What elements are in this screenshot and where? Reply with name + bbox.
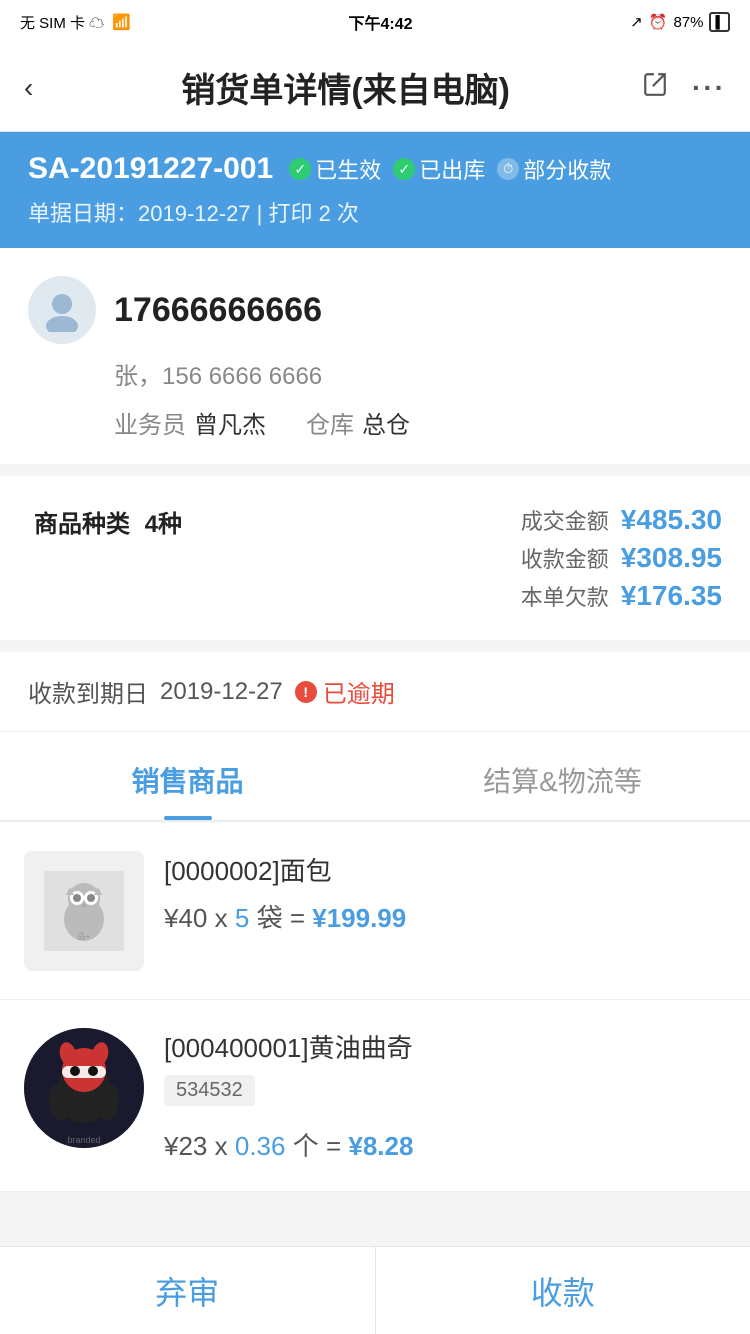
customer-row: 17666666666: [28, 276, 722, 344]
nav-bar: ‹ 销货单详情(来自电脑) ···: [0, 44, 750, 132]
customer-meta: 业务员 曾凡杰 仓库 总仓: [28, 405, 722, 440]
owed-label: 本单欠款: [521, 580, 609, 612]
battery-level: 87%: [673, 14, 703, 31]
payment-due-date: 2019-12-27: [160, 678, 283, 706]
status-right: ↗ ⏰ 87% ▌: [630, 12, 730, 32]
page-title: 销货单详情(来自电脑): [49, 63, 642, 112]
customer-avatar: [28, 276, 96, 344]
tab-settlement[interactable]: 结算&物流等: [375, 732, 750, 820]
status-left: 无 SIM 卡 ☁ 📶: [20, 12, 131, 33]
product-qty-2: 0.36: [235, 1131, 286, 1161]
clock-icon: ⏱: [497, 158, 519, 180]
product-sku-tag: 534532: [164, 1075, 255, 1106]
summary-section: 商品种类 4种 成交金额 ¥485.30 收款金额 ¥308.95 本单欠款 ¥…: [0, 476, 750, 640]
svg-text:branded: branded: [67, 1135, 100, 1145]
badge-partial: ⏱ 部分收款: [497, 153, 611, 185]
badge-effective: ✓ 已生效: [289, 153, 381, 185]
warehouse-value: 总仓: [362, 405, 410, 440]
payment-due-label: 收款到期日: [28, 674, 148, 709]
product-item-2: branded [000400001]黄油曲奇 534532 ¥23 x 0.3…: [0, 1000, 750, 1192]
location-icon: ↗: [630, 13, 643, 31]
product-info-2: [000400001]黄油曲奇 534532 ¥23 x 0.36 个 = ¥8…: [164, 1028, 726, 1163]
status-time: 下午4:42: [349, 10, 413, 34]
warehouse-label: 仓库: [306, 405, 354, 440]
more-icon[interactable]: ···: [692, 72, 726, 104]
order-banner: SA-20191227-001 ✓ 已生效 ✓ 已出库 ⏱ 部分收款 单据日期：…: [0, 132, 750, 248]
svg-text:品+: 品+: [78, 932, 91, 941]
salesperson-value: 曾凡杰: [194, 405, 266, 440]
product-thumb-1: 品+: [24, 851, 144, 971]
product-price-1: ¥40 x 5 袋 = ¥199.99: [164, 898, 726, 935]
check-icon-2: ✓: [393, 158, 415, 180]
amount-value: ¥485.30: [621, 504, 722, 536]
alarm-icon: ⏰: [649, 13, 668, 31]
customer-sub: 张，156 6666 6666: [28, 356, 722, 391]
overdue-badge: ! 已逾期: [295, 674, 395, 709]
product-info-1: [0000002]面包 ¥40 x 5 袋 = ¥199.99: [164, 851, 726, 935]
order-banner-top: SA-20191227-001 ✓ 已生效 ✓ 已出库 ⏱ 部分收款: [28, 152, 722, 186]
product-total-1: ¥199.99: [312, 903, 406, 933]
salesperson-label: 业务员: [114, 405, 186, 440]
order-badges: ✓ 已生效 ✓ 已出库 ⏱ 部分收款: [289, 153, 611, 185]
tabs-container: 销售商品 结算&物流等: [0, 732, 750, 821]
owed-row: 本单欠款 ¥176.35: [521, 580, 722, 612]
overdue-icon: !: [295, 681, 317, 703]
customer-name: 17666666666: [114, 291, 322, 330]
summary-left: 商品种类 4种: [28, 504, 182, 543]
product-circular-thumb: branded: [24, 1028, 144, 1148]
back-button[interactable]: ‹: [24, 72, 33, 104]
product-total-2: ¥8.28: [348, 1131, 413, 1161]
battery-icon: ▌: [709, 12, 730, 32]
customer-section: 17666666666 张，156 6666 6666 业务员 曾凡杰 仓库 总…: [0, 248, 750, 464]
bottom-actions: 弃审 收款: [0, 1246, 750, 1334]
check-icon-1: ✓: [289, 158, 311, 180]
order-date: 单据日期：2019-12-27 | 打印 2 次: [28, 196, 722, 228]
order-id: SA-20191227-001: [28, 152, 273, 186]
share-icon[interactable]: [642, 71, 668, 104]
amount-row: 成交金额 ¥485.30: [521, 504, 722, 536]
received-value: ¥308.95: [621, 542, 722, 574]
products-section: 品+ [0000002]面包 ¥40 x 5 袋 = ¥199.99: [0, 823, 750, 1192]
product-types-item: 商品种类 4种: [28, 504, 182, 539]
badge-shipped: ✓ 已出库: [393, 153, 485, 185]
received-label: 收款金额: [521, 542, 609, 574]
received-row: 收款金额 ¥308.95: [521, 542, 722, 574]
nav-actions: ···: [642, 71, 726, 104]
collect-button[interactable]: 收款: [376, 1247, 750, 1334]
product-name-1: [0000002]面包: [164, 851, 726, 888]
salesperson-meta: 业务员 曾凡杰: [114, 405, 266, 440]
summary-right: 成交金额 ¥485.30 收款金额 ¥308.95 本单欠款 ¥176.35: [521, 504, 722, 612]
warehouse-meta: 仓库 总仓: [306, 405, 410, 440]
product-item-1: 品+ [0000002]面包 ¥40 x 5 袋 = ¥199.99: [0, 823, 750, 1000]
overdue-text: 已逾期: [323, 674, 395, 709]
product-name-2: [000400001]黄油曲奇: [164, 1028, 726, 1065]
wifi-icon: 📶: [112, 13, 131, 31]
product-price-2: ¥23 x 0.36 个 = ¥8.28: [164, 1126, 726, 1163]
cancel-button[interactable]: 弃审: [0, 1247, 376, 1334]
product-thumb-2: branded: [24, 1028, 144, 1148]
amount-label: 成交金额: [521, 504, 609, 536]
owed-value: ¥176.35: [621, 580, 722, 612]
status-bar: 无 SIM 卡 ☁ 📶 下午4:42 ↗ ⏰ 87% ▌: [0, 0, 750, 44]
product-qty-1: 5: [235, 903, 249, 933]
payment-due-section: 收款到期日 2019-12-27 ! 已逾期: [0, 652, 750, 732]
tab-sales-products[interactable]: 销售商品: [0, 732, 375, 820]
sim-status: 无 SIM 卡 ☁: [20, 12, 104, 33]
